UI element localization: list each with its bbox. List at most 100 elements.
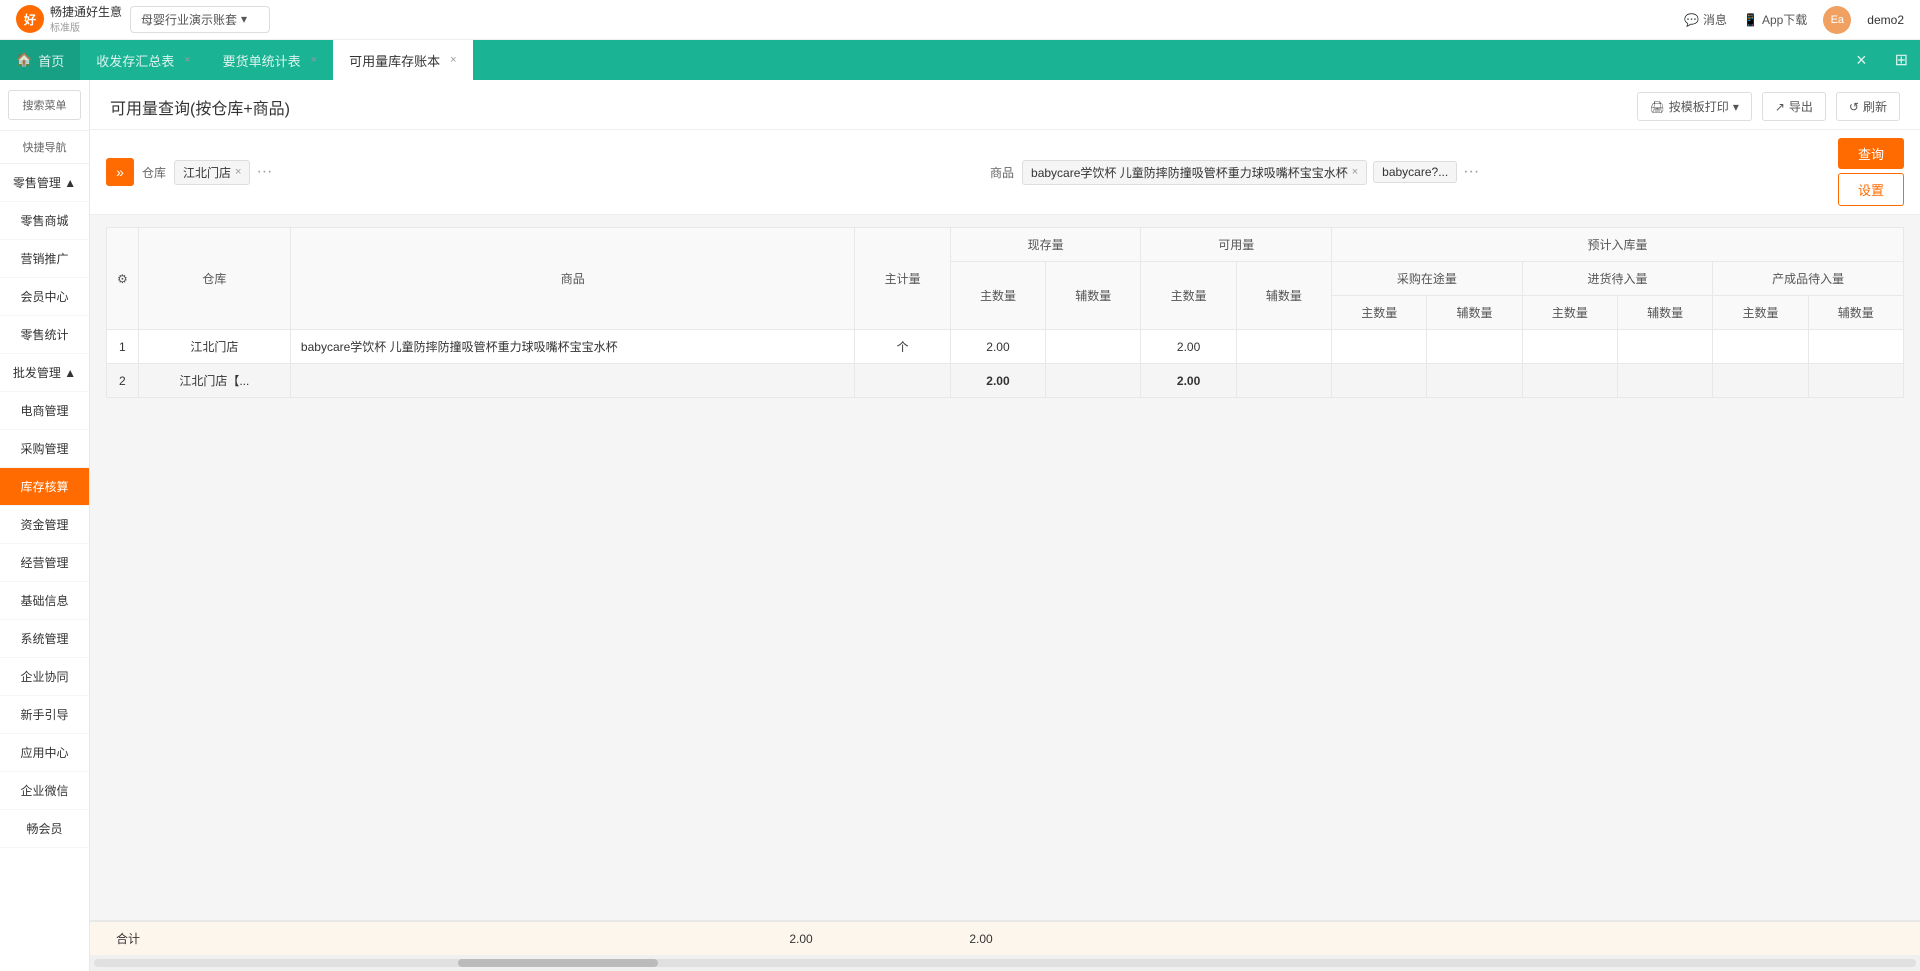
product-tag-1[interactable]: babycare学饮杯 儿童防摔防撞吸管杯重力球吸嘴杯宝宝水杯 × <box>1022 160 1367 185</box>
product-tag-2[interactable]: babycare?... <box>1373 161 1457 183</box>
cell-unit: 个 <box>855 330 950 364</box>
brand-sub: 标准版 <box>50 19 122 34</box>
settings-btn[interactable]: 设置 <box>1838 173 1904 206</box>
sidebar-item-purchase[interactable]: 采购管理 <box>0 430 89 468</box>
sidebar-item-wechat[interactable]: 企业微信 <box>0 772 89 810</box>
th-purchase-transit-group: 采购在途量 <box>1332 262 1523 296</box>
warehouse-tag-remove[interactable]: × <box>235 166 241 178</box>
print-label: 按模板打印 <box>1669 98 1729 115</box>
th-pp-aux: 辅数量 <box>1617 296 1712 330</box>
sidebar-item-operations[interactable]: 经营管理 <box>0 544 89 582</box>
cell-prp-main <box>1713 330 1808 364</box>
filter-toggle-btn[interactable]: » <box>106 158 134 186</box>
cell-available-aux-2 <box>1236 364 1331 398</box>
search-menu-btn[interactable]: 搜索菜单 <box>8 90 81 120</box>
sidebar-item-ecommerce-label: 电商管理 <box>20 402 68 419</box>
sidebar-item-inventory[interactable]: 库存核算 <box>0 468 89 506</box>
horizontal-scrollbar[interactable] <box>90 955 1920 971</box>
product-tag-1-remove[interactable]: × <box>1352 166 1358 178</box>
sidebar-item-app-center[interactable]: 应用中心 <box>0 734 89 772</box>
sidebar-item-enterprise-label: 企业协同 <box>20 668 68 685</box>
sidebar-item-basic-info[interactable]: 基础信息 <box>0 582 89 620</box>
sidebar-item-retail-mgmt[interactable]: 零售管理 ▲ <box>0 164 89 202</box>
avatar[interactable]: Ea <box>1823 6 1851 34</box>
expand-tabs[interactable]: ⊞ <box>1883 50 1920 70</box>
industry-select[interactable]: 母婴行业演示账套 ▾ <box>130 6 270 33</box>
cell-available-main-2: 2.00 <box>1141 364 1236 398</box>
sidebar-item-guide-label: 新手引导 <box>20 706 68 723</box>
cell-current-aux-2 <box>1046 364 1141 398</box>
cell-available-main: 2.00 <box>1141 330 1236 364</box>
warehouse-more-btn[interactable]: ··· <box>256 163 272 181</box>
app-icon: 📱 <box>1743 13 1758 27</box>
sidebar-item-basic-info-label: 基础信息 <box>20 592 68 609</box>
tab-receipts-close[interactable]: × <box>184 54 190 66</box>
sidebar: 搜索菜单 快捷导航 零售管理 ▲ 零售商城 营销推广 会员中心 零售统计 批发管… <box>0 80 90 971</box>
tab-receipts[interactable]: 收发存汇总表 × <box>80 40 206 80</box>
sidebar-item-inventory-label: 库存核算 <box>20 478 68 495</box>
th-purchase-pending-group: 进货待入量 <box>1522 262 1713 296</box>
sidebar-item-retail-stats[interactable]: 零售统计 <box>0 316 89 354</box>
sidebar-item-wholesale-label: 批发管理 ▲ <box>13 364 76 381</box>
sidebar-item-wechat-label: 企业微信 <box>20 782 68 799</box>
tab-home[interactable]: 🏠 首页 <box>0 40 80 80</box>
export-btn[interactable]: ↗ 导出 <box>1762 92 1826 121</box>
tab-inventory-book[interactable]: 可用量库存账本 × <box>333 40 472 80</box>
app-download-btn[interactable]: 📱 App下载 <box>1743 11 1807 28</box>
refresh-btn[interactable]: ↺ 刷新 <box>1836 92 1900 121</box>
content-area: 可用量查询(按仓库+商品) 🖨 按模板打印 ▾ ↗ 导出 ↺ 刷新 <box>90 80 1920 971</box>
page-actions: 🖨 按模板打印 ▾ ↗ 导出 ↺ 刷新 <box>1637 92 1900 121</box>
sidebar-item-marketing[interactable]: 营销推广 <box>0 240 89 278</box>
print-template-btn[interactable]: 🖨 按模板打印 ▾ <box>1637 92 1752 121</box>
th-pt-aux: 辅数量 <box>1427 296 1522 330</box>
scroll-thumb[interactable] <box>458 959 658 967</box>
cell-index-2: 2 <box>107 364 139 398</box>
footer-current-main: 2.00 <box>756 932 846 946</box>
sidebar-item-system[interactable]: 系统管理 <box>0 620 89 658</box>
product-tag-2-value: babycare?... <box>1382 165 1448 179</box>
message-btn[interactable]: 💬 消息 <box>1684 11 1727 28</box>
sidebar-item-finance[interactable]: 资金管理 <box>0 506 89 544</box>
cell-warehouse-2: 江北门店【... <box>138 364 290 398</box>
sidebar-item-wholesale[interactable]: 批发管理 ▲ <box>0 354 89 392</box>
sidebar-item-changhui[interactable]: 畅会员 <box>0 810 89 848</box>
top-bar: 好 畅捷通好生意 标准版 母婴行业演示账套 ▾ 💬 消息 📱 App下载 Ea … <box>0 0 1920 40</box>
message-label: 消息 <box>1703 11 1727 28</box>
tab-order-stats-close[interactable]: × <box>311 54 317 66</box>
th-settings[interactable]: ⚙ <box>107 228 139 330</box>
th-available-group: 可用量 <box>1141 228 1332 262</box>
top-bar-left: 好 畅捷通好生意 标准版 母婴行业演示账套 ▾ <box>16 5 270 34</box>
cell-warehouse: 江北门店 <box>138 330 290 364</box>
tab-order-stats-label: 要货单统计表 <box>223 51 301 70</box>
product-more-btn[interactable]: ··· <box>1463 163 1479 181</box>
cell-product-2 <box>290 364 855 398</box>
quick-nav-btn[interactable]: 快捷导航 <box>0 131 89 164</box>
sidebar-item-guide[interactable]: 新手引导 <box>0 696 89 734</box>
sidebar-item-enterprise[interactable]: 企业协同 <box>0 658 89 696</box>
th-product-pending-group: 产成品待入量 <box>1713 262 1904 296</box>
th-current-stock-group: 现存量 <box>950 228 1141 262</box>
tab-inventory-book-close[interactable]: × <box>450 54 456 66</box>
sidebar-item-retail-mall[interactable]: 零售商城 <box>0 202 89 240</box>
filter-actions: 查询 设置 <box>1838 138 1904 206</box>
refresh-label: 刷新 <box>1863 98 1887 115</box>
sidebar-item-member[interactable]: 会员中心 <box>0 278 89 316</box>
query-btn[interactable]: 查询 <box>1838 138 1904 169</box>
industry-label: 母婴行业演示账套 <box>141 11 237 28</box>
close-all-tabs[interactable]: × <box>1840 50 1883 71</box>
th-main-unit: 主计量 <box>855 228 950 330</box>
table-container: ⚙ 仓库 商品 主计量 现存量 可用量 预计入库量 主数量 辅数量 主数量 辅数… <box>90 215 1920 920</box>
sidebar-item-ecommerce[interactable]: 电商管理 <box>0 392 89 430</box>
sidebar-item-member-label: 会员中心 <box>20 288 68 305</box>
app-label: App下载 <box>1762 11 1807 28</box>
message-icon: 💬 <box>1684 13 1699 27</box>
sidebar-item-retail-mall-label: 零售商城 <box>20 212 68 229</box>
th-warehouse: 仓库 <box>138 228 290 330</box>
inventory-table: ⚙ 仓库 商品 主计量 现存量 可用量 预计入库量 主数量 辅数量 主数量 辅数… <box>106 227 1904 398</box>
sidebar-menu: 零售管理 ▲ 零售商城 营销推广 会员中心 零售统计 批发管理 ▲ 电商管理 采… <box>0 164 89 848</box>
cell-prp-main-2 <box>1713 364 1808 398</box>
tab-order-stats[interactable]: 要货单统计表 × <box>207 40 333 80</box>
cell-pp-aux-2 <box>1617 364 1712 398</box>
tab-inventory-book-label: 可用量库存账本 <box>349 51 440 70</box>
warehouse-tag[interactable]: 江北门店 × <box>174 160 250 185</box>
